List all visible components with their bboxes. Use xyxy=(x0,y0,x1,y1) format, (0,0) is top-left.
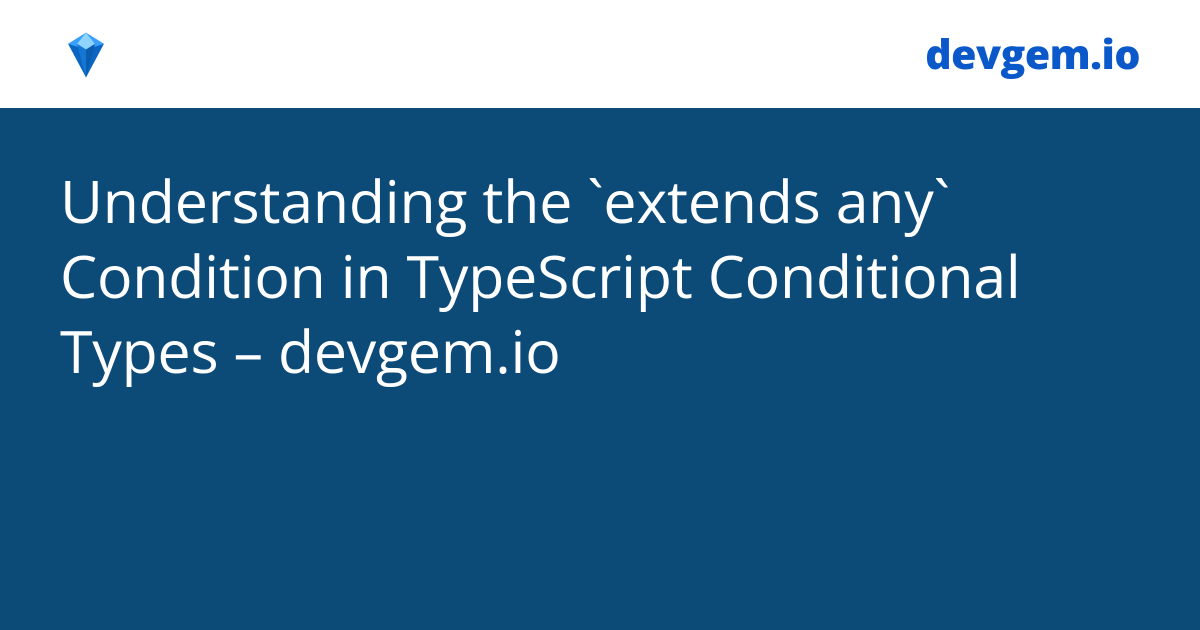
brand-wordmark: devgem.io xyxy=(925,26,1140,82)
hero-panel: Understanding the `extends any` Conditio… xyxy=(0,108,1200,630)
social-card: devgem.io Understanding the `extends any… xyxy=(0,0,1200,630)
page-title: Understanding the `extends any` Conditio… xyxy=(60,164,1040,389)
gem-icon xyxy=(58,26,114,82)
header-bar: devgem.io xyxy=(0,0,1200,108)
